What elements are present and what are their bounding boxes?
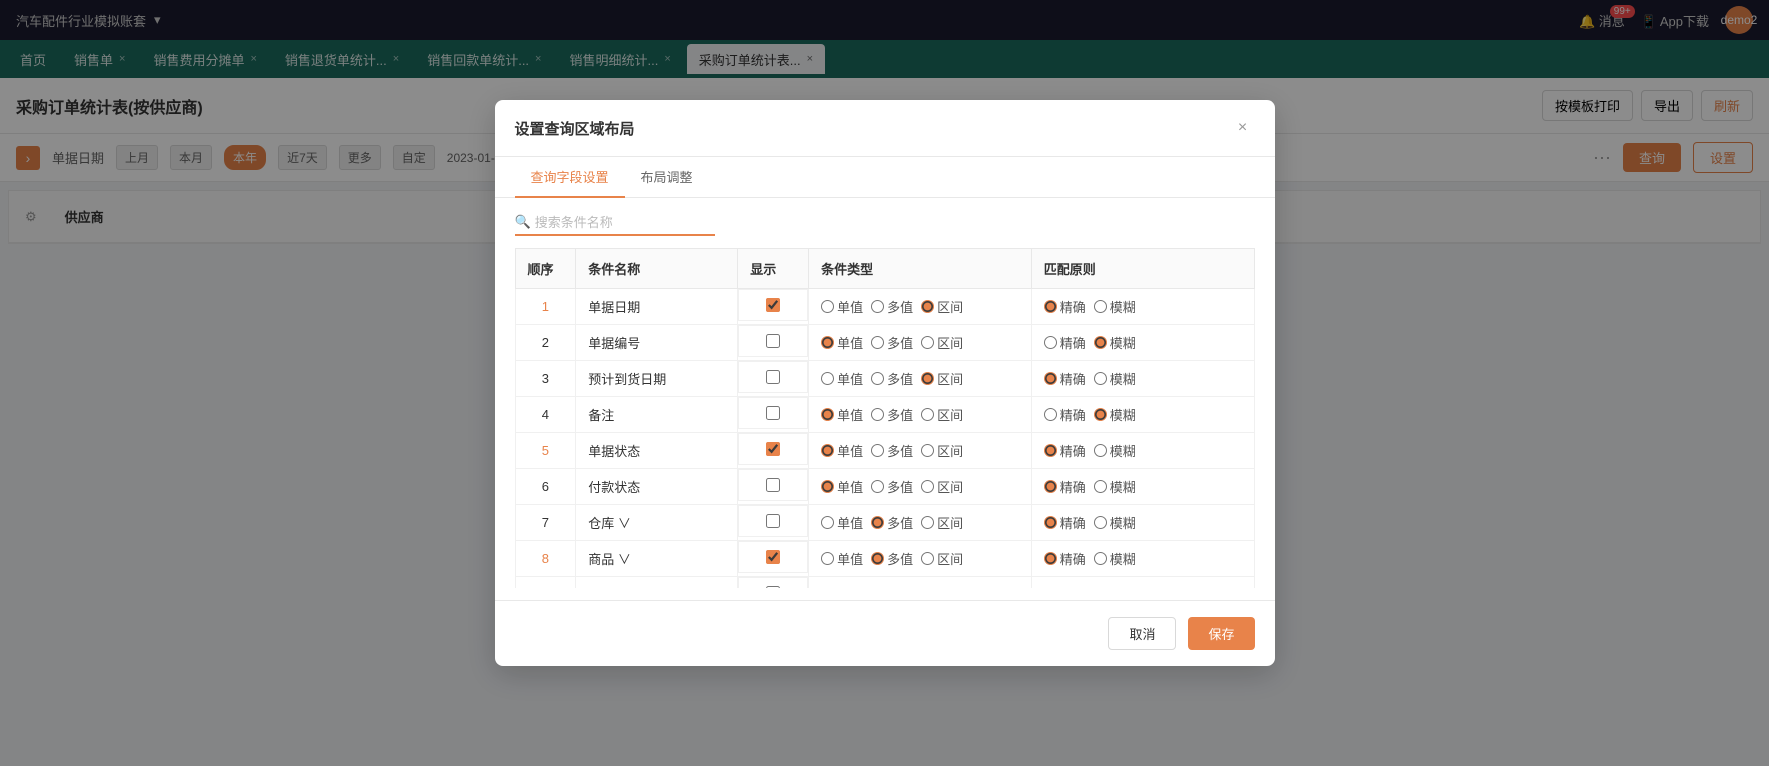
table-row: 3预计到货日期 单值多值区间精确模糊 [515, 361, 1254, 397]
settings-modal: 设置查询区域布局 × 查询字段设置 布局调整 🔍 [495, 100, 1275, 666]
modal-body: 🔍 顺序 条件名称 显示 条件类型 匹配原则 [495, 198, 1275, 588]
save-button[interactable]: 保存 [1188, 617, 1254, 650]
row-type[interactable]: 单值多值区间 [809, 577, 1032, 589]
row-name: 属性 ∨ [576, 577, 738, 589]
row-order: 9 [515, 577, 576, 589]
row-show-checkbox[interactable] [738, 325, 808, 357]
table-row: 4备注 单值多值区间精确模糊 [515, 397, 1254, 433]
row-type[interactable]: 单值多值区间 [809, 361, 1032, 397]
row-type[interactable]: 单值多值区间 [809, 289, 1032, 325]
table-row: 9属性 ∨ 单值多值区间精确模糊 [515, 577, 1254, 589]
search-icon: 🔍 [515, 214, 531, 230]
table-row: 6付款状态 单值多值区间精确模糊 [515, 469, 1254, 505]
search-input[interactable] [535, 215, 695, 230]
row-type[interactable]: 单值多值区间 [809, 469, 1032, 505]
row-name: 商品 ∨ [576, 541, 738, 577]
table-row: 5单据状态 单值多值区间精确模糊 [515, 433, 1254, 469]
row-show-checkbox[interactable] [738, 577, 808, 588]
row-match[interactable]: 精确模糊 [1031, 577, 1254, 589]
modal-search-area: 🔍 [515, 214, 715, 236]
row-order: 2 [515, 325, 576, 361]
modal-tab-layout[interactable]: 布局调整 [625, 157, 709, 198]
th-order: 顺序 [515, 249, 576, 289]
row-order: 4 [515, 397, 576, 433]
modal-footer: 取消 保存 [495, 600, 1275, 666]
row-show-checkbox[interactable] [738, 505, 808, 537]
table-header: 顺序 条件名称 显示 条件类型 匹配原则 [515, 249, 1254, 289]
cancel-button[interactable]: 取消 [1108, 617, 1176, 650]
conditions-table-wrapper[interactable]: 顺序 条件名称 显示 条件类型 匹配原则 1单据日期单值多值区间精确模糊2单据编… [515, 248, 1255, 588]
th-show: 显示 [738, 249, 809, 289]
modal-close-button[interactable]: × [1231, 116, 1255, 140]
row-match[interactable]: 精确模糊 [1031, 433, 1254, 469]
modal-overlay: 设置查询区域布局 × 查询字段设置 布局调整 🔍 [0, 0, 1769, 766]
row-order: 3 [515, 361, 576, 397]
row-show-checkbox[interactable] [738, 289, 808, 321]
row-match[interactable]: 精确模糊 [1031, 469, 1254, 505]
row-match[interactable]: 精确模糊 [1031, 397, 1254, 433]
row-match[interactable]: 精确模糊 [1031, 289, 1254, 325]
row-type[interactable]: 单值多值区间 [809, 397, 1032, 433]
row-show-checkbox[interactable] [738, 541, 808, 573]
table-row: 8商品 ∨ 单值多值区间精确模糊 [515, 541, 1254, 577]
row-name: 单据日期 [576, 289, 738, 325]
conditions-table: 顺序 条件名称 显示 条件类型 匹配原则 1单据日期单值多值区间精确模糊2单据编… [515, 248, 1255, 588]
row-order: 1 [515, 289, 576, 325]
row-type[interactable]: 单值多值区间 [809, 505, 1032, 541]
row-match[interactable]: 精确模糊 [1031, 541, 1254, 577]
row-order: 8 [515, 541, 576, 577]
row-show-checkbox[interactable] [738, 433, 808, 465]
th-match: 匹配原则 [1031, 249, 1254, 289]
row-order: 6 [515, 469, 576, 505]
modal-tab-query-fields[interactable]: 查询字段设置 [515, 157, 625, 198]
modal-tab-bar: 查询字段设置 布局调整 [495, 157, 1275, 198]
row-match[interactable]: 精确模糊 [1031, 361, 1254, 397]
row-show-checkbox[interactable] [738, 361, 808, 393]
row-match[interactable]: 精确模糊 [1031, 505, 1254, 541]
row-show-checkbox[interactable] [738, 397, 808, 429]
row-name: 单据状态 [576, 433, 738, 469]
row-type[interactable]: 单值多值区间 [809, 541, 1032, 577]
row-order: 7 [515, 505, 576, 541]
table-row: 7仓库 ∨ 单值多值区间精确模糊 [515, 505, 1254, 541]
row-show-checkbox[interactable] [738, 469, 808, 501]
th-type: 条件类型 [809, 249, 1032, 289]
row-match[interactable]: 精确模糊 [1031, 325, 1254, 361]
modal-title: 设置查询区域布局 [515, 118, 635, 139]
row-name: 付款状态 [576, 469, 738, 505]
table-row: 1单据日期 单值多值区间精确模糊 [515, 289, 1254, 325]
row-type[interactable]: 单值多值区间 [809, 325, 1032, 361]
th-name: 条件名称 [576, 249, 738, 289]
table-row: 2单据编号 单值多值区间精确模糊 [515, 325, 1254, 361]
row-name: 备注 [576, 397, 738, 433]
row-name: 单据编号 [576, 325, 738, 361]
row-name: 仓库 ∨ [576, 505, 738, 541]
row-order: 5 [515, 433, 576, 469]
modal-header: 设置查询区域布局 × [495, 100, 1275, 157]
row-type[interactable]: 单值多值区间 [809, 433, 1032, 469]
row-name: 预计到货日期 [576, 361, 738, 397]
